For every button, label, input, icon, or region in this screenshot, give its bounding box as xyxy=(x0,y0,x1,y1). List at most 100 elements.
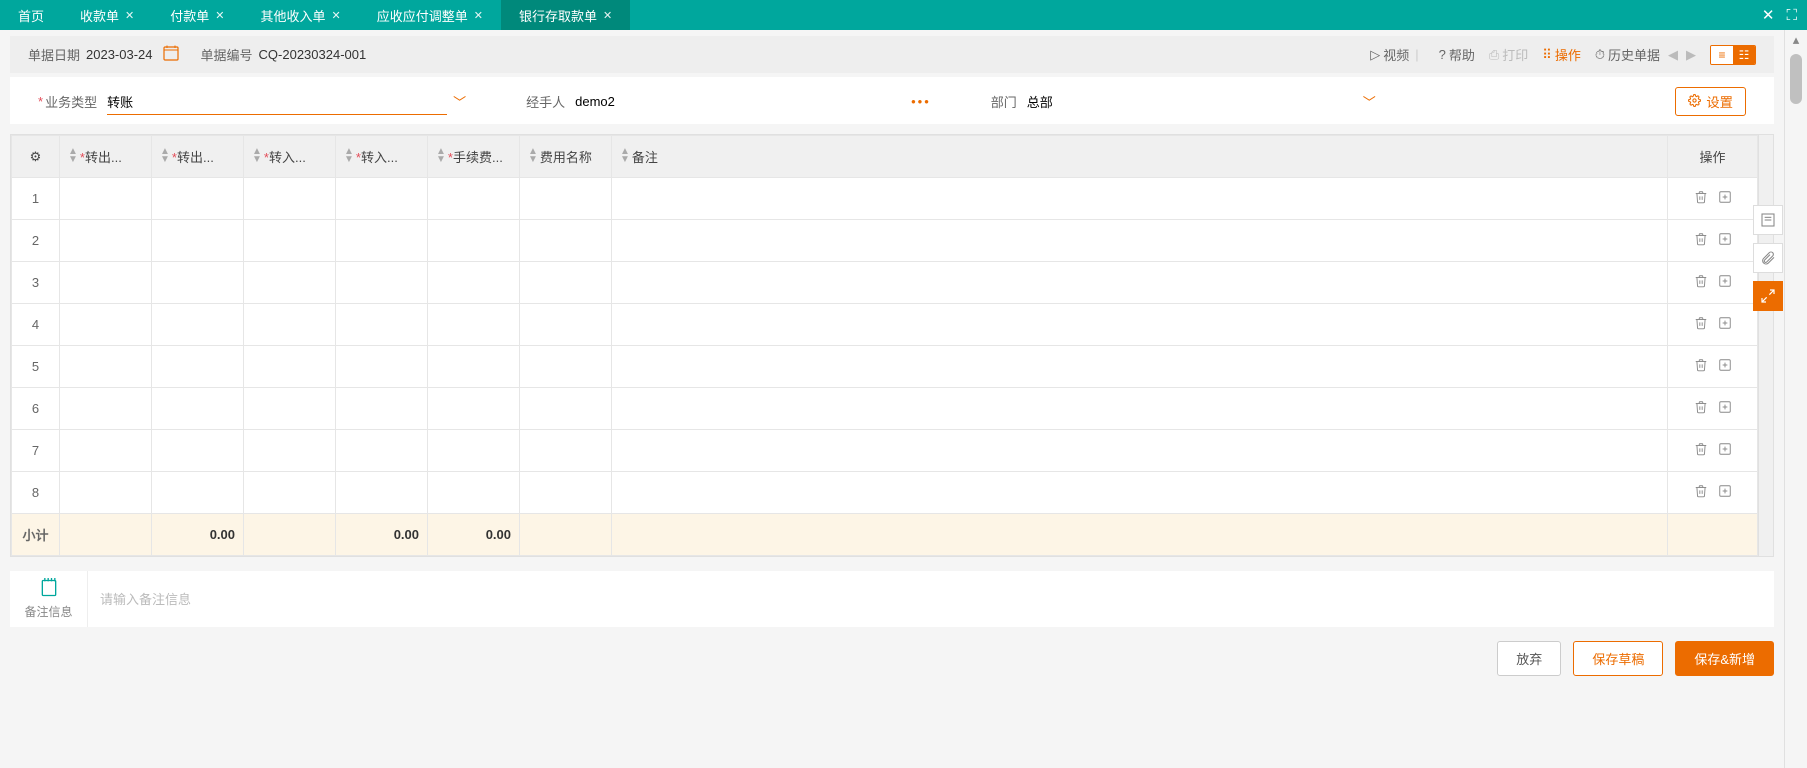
col-fee[interactable]: ▲▼*手续费... xyxy=(428,136,520,178)
remark-label: 备注信息 xyxy=(10,571,88,627)
table-row[interactable]: 5 xyxy=(12,346,1758,388)
table-row[interactable]: 8 xyxy=(12,472,1758,514)
ellipsis-icon[interactable]: ••• xyxy=(911,94,931,109)
delete-row-icon[interactable] xyxy=(1694,316,1708,333)
footer-actions: 放弃 保存草稿 保存&新增 xyxy=(10,641,1774,682)
tab-label: 其他收入单 xyxy=(260,6,325,25)
help-action[interactable]: ? 帮助 xyxy=(1439,45,1475,64)
tab-receipt[interactable]: 收款单✕ xyxy=(62,0,152,30)
col-out-amount[interactable]: ▲▼*转出... xyxy=(152,136,244,178)
tab-bank-transfer[interactable]: 银行存取款单 ✕ xyxy=(501,0,630,30)
tab-arap-adjust[interactable]: 应收应付调整单✕ xyxy=(359,0,501,30)
col-fee-name[interactable]: ▲▼费用名称 xyxy=(520,136,612,178)
add-row-icon[interactable] xyxy=(1718,442,1732,459)
delete-row-icon[interactable] xyxy=(1694,232,1708,249)
chevron-down-icon[interactable]: ﹀ xyxy=(1363,92,1376,111)
col-notes[interactable]: ▲▼备注 xyxy=(612,136,1668,178)
delete-row-icon[interactable] xyxy=(1694,400,1708,417)
tab-other-income[interactable]: 其他收入单 ✕ xyxy=(242,0,358,30)
table-scrollbar[interactable] xyxy=(1758,135,1773,556)
add-row-icon[interactable] xyxy=(1718,274,1732,291)
fullscreen-icon[interactable]: ⛶ xyxy=(1786,7,1797,24)
row-index: 1 xyxy=(12,178,60,220)
save-draft-button[interactable]: 保存草稿 xyxy=(1573,641,1663,676)
delete-row-icon[interactable] xyxy=(1694,442,1708,459)
notes-icon xyxy=(39,578,59,603)
row-index: 8 xyxy=(12,472,60,514)
close-icon[interactable]: ✕ xyxy=(332,9,341,22)
view-mode-toggle[interactable]: ≡ ☷ xyxy=(1710,45,1756,65)
subtotal-fee: 0.00 xyxy=(428,514,520,556)
row-index: 7 xyxy=(12,430,60,472)
table-row[interactable]: 2 xyxy=(12,220,1758,262)
handler-field: 经手人 ••• xyxy=(526,89,931,115)
col-out-account[interactable]: ▲▼*转出... xyxy=(60,136,152,178)
mode-list-icon[interactable]: ≡ xyxy=(1711,46,1733,64)
date-value[interactable]: 2023-03-24 xyxy=(86,47,153,62)
dock-expand-icon[interactable] xyxy=(1753,281,1783,311)
close-icon[interactable]: ✕ xyxy=(474,9,483,22)
chevron-down-icon[interactable]: ﹀ xyxy=(453,92,466,111)
row-index: 3 xyxy=(12,262,60,304)
dept-field: 部门 ﹀ xyxy=(991,89,1376,115)
add-row-icon[interactable] xyxy=(1718,358,1732,375)
header-bar: 单据日期 2023-03-24 单据编号 CQ-20230324-001 ▷ 视… xyxy=(10,36,1774,73)
dept-input[interactable] xyxy=(1027,89,1357,115)
row-index: 2 xyxy=(12,220,60,262)
gear-icon xyxy=(1688,94,1701,110)
close-icon[interactable]: ✕ xyxy=(603,9,612,22)
prev-doc-icon[interactable]: ◀ xyxy=(1668,47,1678,63)
add-row-icon[interactable] xyxy=(1718,232,1732,249)
close-window-icon[interactable]: ✕ xyxy=(1762,6,1775,24)
close-icon[interactable]: ✕ xyxy=(125,9,134,22)
tab-payment[interactable]: 付款单✕ xyxy=(152,0,242,30)
dock-attachment-icon[interactable] xyxy=(1753,243,1783,273)
add-row-icon[interactable] xyxy=(1718,400,1732,417)
close-icon[interactable]: ✕ xyxy=(215,9,224,22)
detail-table: ⚙ ▲▼*转出... ▲▼*转出... ▲▼*转入... ▲▼*转入... ▲▼… xyxy=(10,134,1774,557)
scroll-up-icon[interactable]: ▴ xyxy=(1785,30,1807,50)
delete-row-icon[interactable] xyxy=(1694,274,1708,291)
delete-row-icon[interactable] xyxy=(1694,484,1708,501)
delete-row-icon[interactable] xyxy=(1694,190,1708,207)
mode-form-icon[interactable]: ☷ xyxy=(1733,46,1755,64)
col-in-amount[interactable]: ▲▼*转入... xyxy=(336,136,428,178)
table-row[interactable]: 6 xyxy=(12,388,1758,430)
delete-row-icon[interactable] xyxy=(1694,358,1708,375)
add-row-icon[interactable] xyxy=(1718,190,1732,207)
page-scrollbar[interactable]: ▴ xyxy=(1784,30,1807,768)
calendar-icon[interactable] xyxy=(163,45,179,64)
tab-label: 银行存取款单 xyxy=(519,6,597,25)
operate-action[interactable]: ⠿ 操作 xyxy=(1542,45,1581,64)
biz-type-input[interactable] xyxy=(107,89,447,115)
save-new-button[interactable]: 保存&新增 xyxy=(1675,641,1774,676)
gear-column-icon[interactable]: ⚙ xyxy=(12,136,60,178)
next-doc-icon[interactable]: ▶ xyxy=(1686,47,1696,63)
biz-type-label: 业务类型 xyxy=(45,92,97,111)
discard-button[interactable]: 放弃 xyxy=(1497,641,1561,676)
subtotal-in-amt: 0.00 xyxy=(336,514,428,556)
dock-sketch-icon[interactable] xyxy=(1753,205,1783,235)
table-row[interactable]: 4 xyxy=(12,304,1758,346)
date-label: 单据日期 xyxy=(28,45,80,64)
subtotal-row: 小计 0.00 0.00 0.00 xyxy=(12,514,1758,556)
row-index: 5 xyxy=(12,346,60,388)
table-header-row: ⚙ ▲▼*转出... ▲▼*转出... ▲▼*转入... ▲▼*转入... ▲▼… xyxy=(12,136,1758,178)
tabbar-actions: ✕ ⛶ xyxy=(1762,0,1797,30)
scroll-thumb[interactable] xyxy=(1790,54,1802,104)
col-in-account[interactable]: ▲▼*转入... xyxy=(244,136,336,178)
page-content: 单据日期 2023-03-24 单据编号 CQ-20230324-001 ▷ 视… xyxy=(0,30,1784,768)
tab-home[interactable]: 首页 xyxy=(0,0,62,30)
settings-button[interactable]: 设置 xyxy=(1675,87,1746,116)
table-row[interactable]: 3 xyxy=(12,262,1758,304)
history-action[interactable]: ⏱ 历史单据 xyxy=(1595,45,1660,64)
add-row-icon[interactable] xyxy=(1718,316,1732,333)
table-row[interactable]: 7 xyxy=(12,430,1758,472)
row-index: 6 xyxy=(12,388,60,430)
form-row: * 业务类型 ﹀ 经手人 ••• 部门 ﹀ 设置 xyxy=(10,77,1774,124)
handler-input[interactable] xyxy=(575,89,905,115)
table-row[interactable]: 1 xyxy=(12,178,1758,220)
remark-input[interactable] xyxy=(88,571,1774,627)
add-row-icon[interactable] xyxy=(1718,484,1732,501)
video-action[interactable]: ▷ 视频 xyxy=(1370,45,1409,64)
